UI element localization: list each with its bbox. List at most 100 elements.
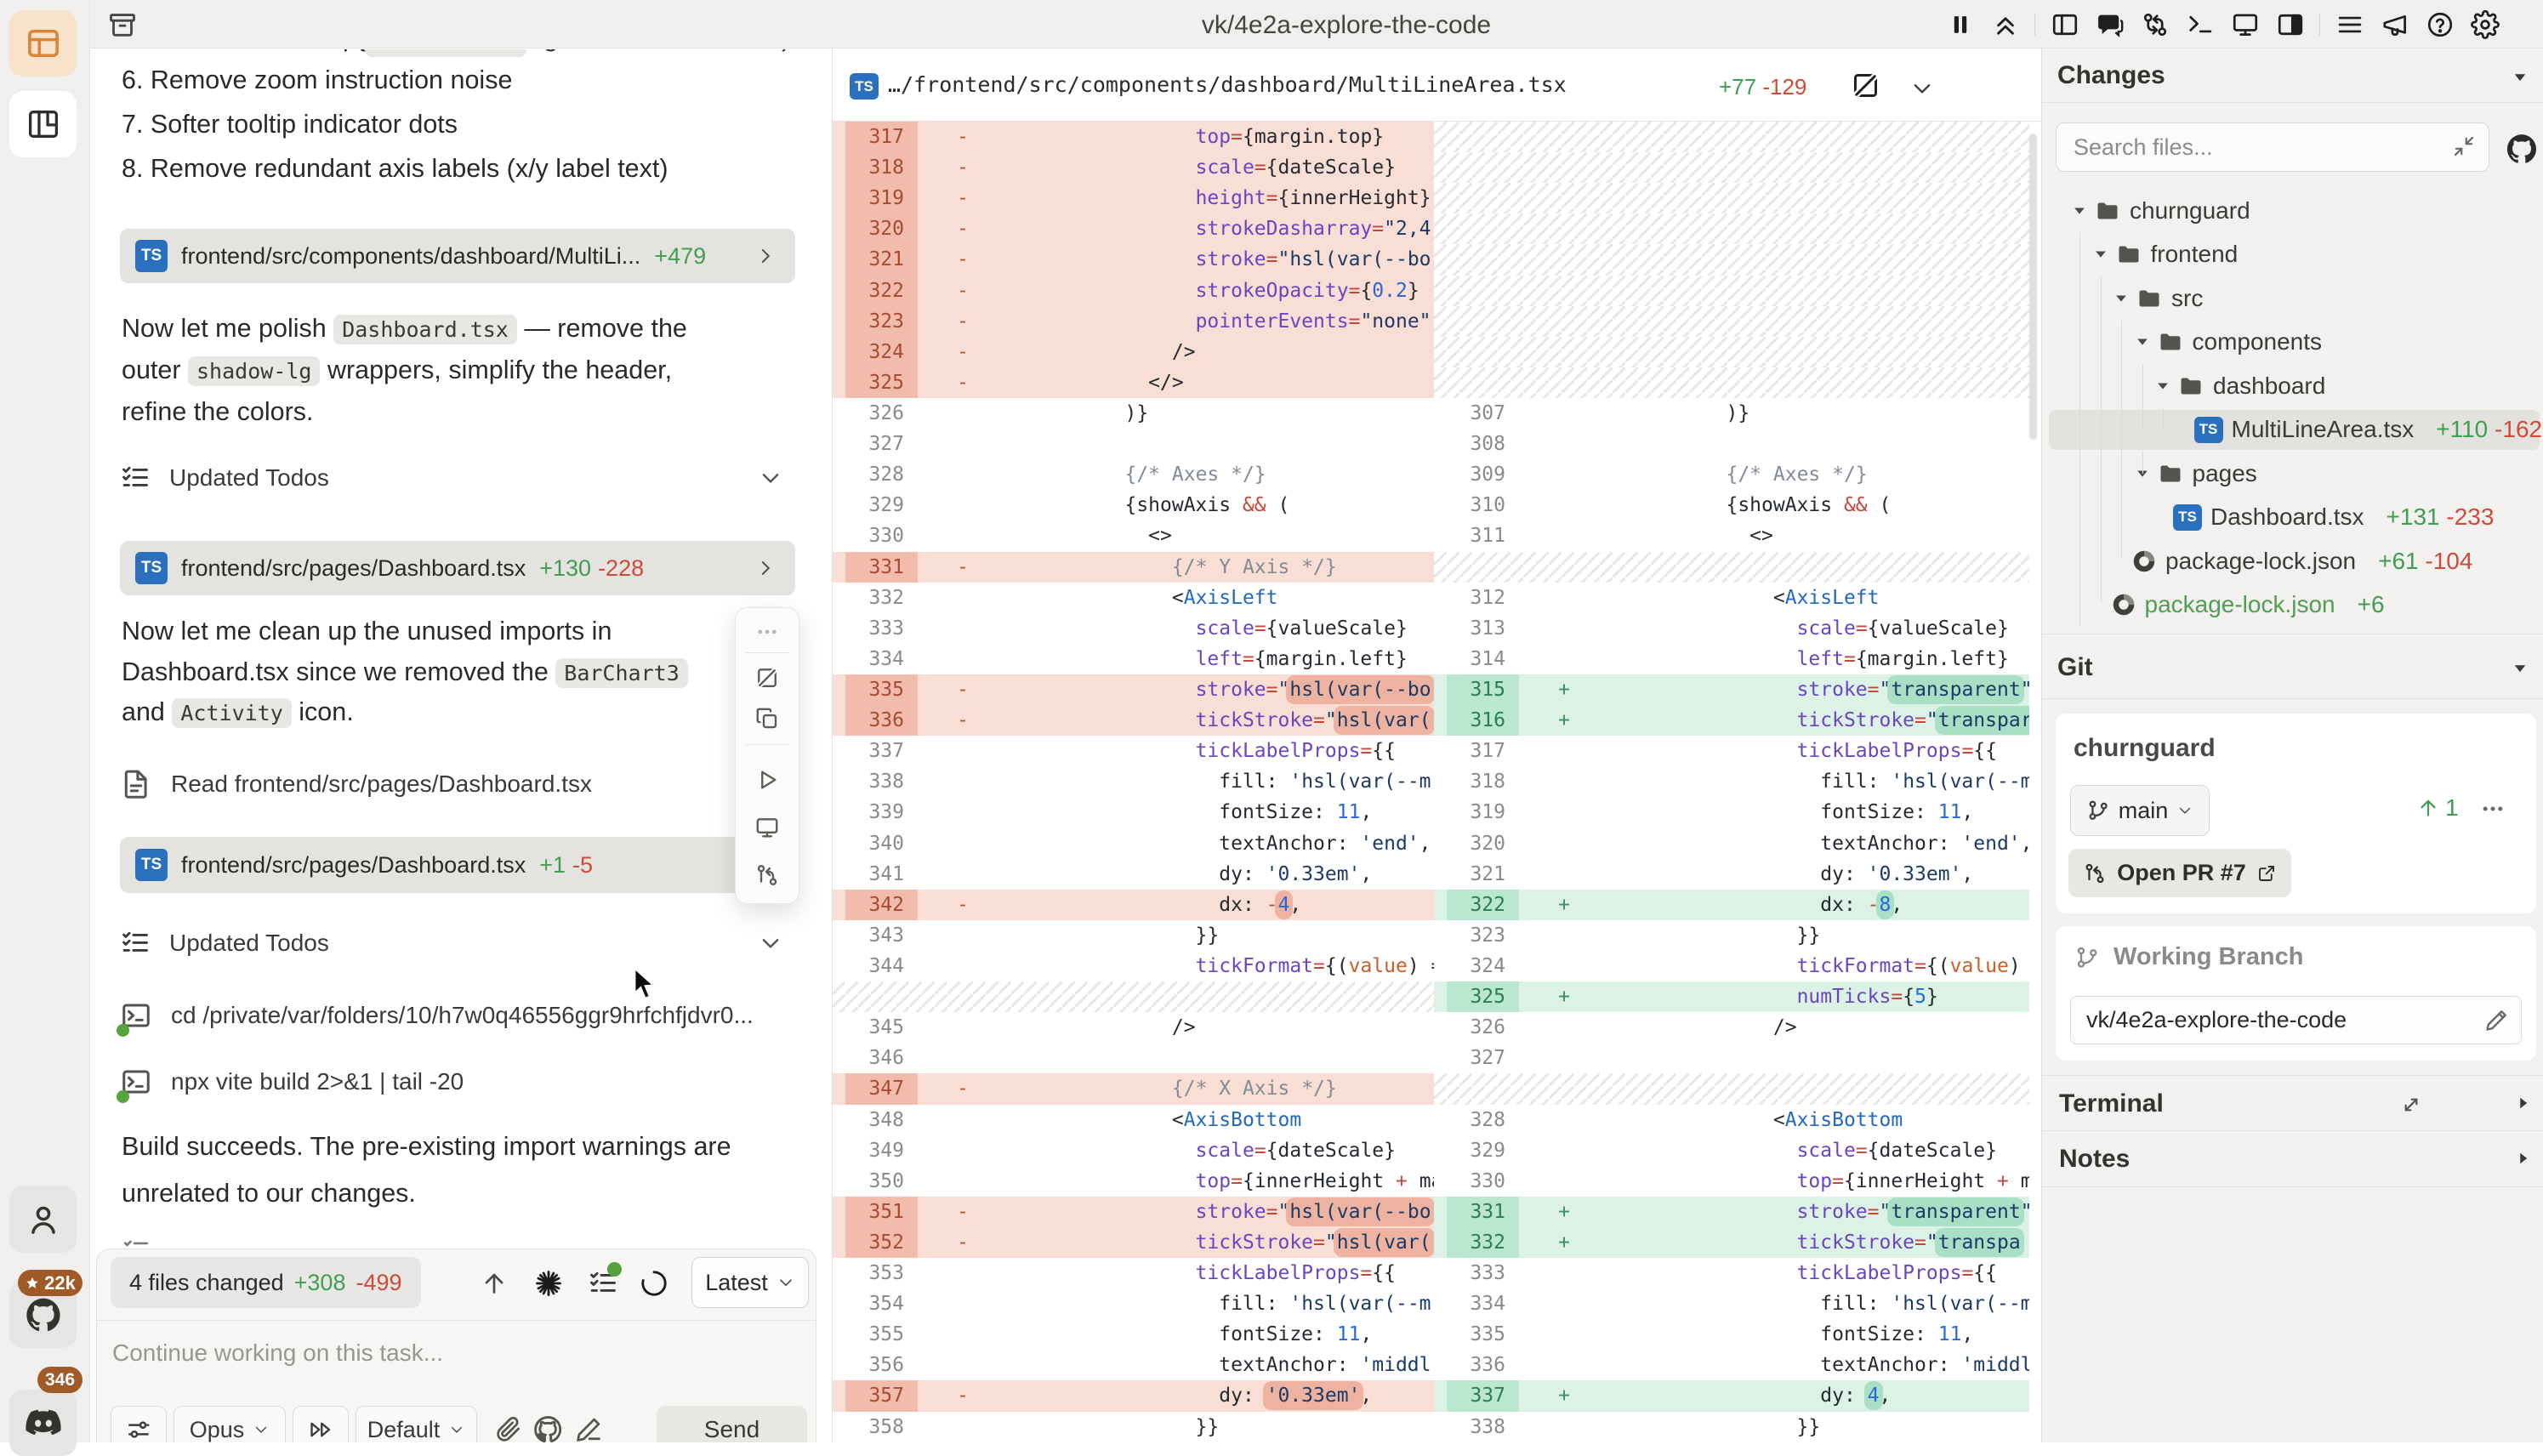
collapse-triangle-icon[interactable] [2512,660,2529,677]
toggle-left-panel-button[interactable] [2049,9,2080,40]
rail-layout-button[interactable] [9,10,77,77]
caret-down-icon[interactable] [2134,333,2151,350]
expand-icon[interactable] [2399,1093,2423,1117]
diff-marker: - [952,1380,974,1411]
diff-scrollbar-thumb[interactable] [2029,134,2037,440]
drag-dots[interactable] [750,615,784,649]
tree-folder-dashboard[interactable]: dashboard [2042,364,2543,408]
tree-folder-churnguard[interactable]: churnguard [2042,189,2543,233]
chevron-down-icon[interactable] [758,465,783,491]
tree-file-MultiLineArea.tsx[interactable]: TSMultiLineArea.tsx+110 -162 [2042,408,2543,452]
file-chip[interactable]: TS frontend/src/components/dashboard/Mul… [120,229,795,283]
fast-forward-button[interactable] [293,1406,349,1442]
collapse-triangle-icon[interactable] [2512,69,2529,86]
terminal-command-row[interactable]: npx vite build 2>&1 | tail -20 [120,1066,464,1098]
open-pr-button[interactable]: Open PR #7 [2068,849,2291,897]
read-file-row[interactable]: Read frontend/src/pages/Dashboard.tsx [120,768,592,800]
chat-settings-button[interactable] [111,1406,167,1442]
tree-file-Dashboard.tsx[interactable]: TSDashboard.tsx+131 -233 [2042,496,2543,540]
terminal-section-header[interactable]: Terminal [2042,1075,2543,1131]
rail-discord-button[interactable] [9,1390,77,1456]
code-line: textAnchor: 'end', [1007,828,1431,859]
caret-down-icon[interactable] [2154,378,2171,395]
help-button[interactable] [2424,9,2455,40]
collapse-tree-icon[interactable] [2452,134,2476,158]
send-button[interactable]: Send [657,1406,807,1442]
menu-button[interactable] [2334,9,2365,40]
diff-old-cell: 347- {/* X Axis */} [833,1073,1434,1104]
scroll-to-top-button[interactable] [478,1267,509,1299]
toggle-diff-layout-button[interactable] [1850,70,1881,101]
code-line: fontSize: 11, [1608,797,1973,828]
changes-section-header[interactable]: Changes [2042,48,2543,103]
updated-todos-row[interactable]: Updated Todos [120,928,795,958]
model-dropdown[interactable]: Opus [174,1406,286,1442]
message-input[interactable] [111,1334,794,1372]
github-stars-count: 22k [44,1272,76,1294]
more-actions-button[interactable] [2479,795,2506,822]
draw-button[interactable] [572,1413,606,1442]
files-changed-pill[interactable]: 4 files changed +308 -499 [111,1257,421,1308]
tree-folder-components[interactable]: components [2042,321,2543,365]
diff-row: 348 <AxisBottom328 <AxisBottom [833,1105,2041,1135]
tree-folder-pages[interactable]: pages [2042,452,2543,496]
tree-file-package-lock.json[interactable]: package-lock.json+6 [2042,583,2543,628]
pencil-icon[interactable] [2484,1007,2510,1032]
settings-button[interactable] [2469,9,2500,40]
working-branch-input[interactable] [2070,996,2522,1044]
latest-dropdown[interactable]: Latest [691,1257,809,1308]
line-number: 356 [845,1350,918,1380]
popover-pr-button[interactable] [750,858,784,892]
line-number: 334 [1447,1288,1519,1319]
file-chip[interactable]: TS frontend/src/pages/Dashboard.tsx +130… [120,541,795,595]
play-icon [754,767,780,793]
diff-new-cell: 333 tickLabelProps={{ [1434,1258,2029,1288]
mode-dropdown[interactable]: Default [356,1406,477,1442]
line-number: 355 [845,1319,918,1350]
diff-view-button[interactable] [2139,9,2170,40]
terminal-command-row[interactable]: cd /private/var/folders/10/h7w0q46556ggr… [120,999,754,1032]
preview-button[interactable] [2229,9,2261,40]
todos-button[interactable] [587,1267,618,1299]
tree-folder-frontend[interactable]: frontend [2042,233,2543,277]
tree-indent-guide [2142,452,2143,474]
caret-down-icon[interactable] [2071,202,2088,219]
rail-board-button[interactable] [9,91,77,157]
tree-file-package-lock.json[interactable]: package-lock.json+61 -104 [2042,539,2543,583]
notes-section-header[interactable]: Notes [2042,1131,2543,1187]
expand-triangle-icon[interactable] [2515,1095,2532,1112]
file-chip[interactable]: TS frontend/src/pages/Dashboard.tsx +1 -… [120,837,795,893]
github-icon[interactable] [2505,132,2539,166]
archive-button[interactable] [106,9,139,41]
commits-ahead[interactable]: 1 [2416,794,2459,822]
updated-todos-row[interactable]: Updated Todos [120,463,795,493]
caret-down-icon[interactable] [2092,246,2109,263]
caret-down-icon[interactable] [2113,290,2130,307]
rail-account-button[interactable] [9,1186,77,1253]
popover-run-button[interactable] [750,763,784,797]
spark-button[interactable] [532,1267,564,1299]
toggle-right-panel-button[interactable] [2274,9,2306,40]
collapse-diff-button[interactable] [1909,76,1935,101]
pause-button[interactable] [1944,9,1976,40]
search-files-input[interactable] [2056,122,2489,172]
terminal-view-button[interactable] [2184,9,2216,40]
chat-view-button[interactable] [2094,9,2125,40]
code-line: {showAxis && ( [1007,490,1289,520]
diff-marker: + [1553,1380,1575,1411]
changes-title: Changes [2057,61,2165,90]
popover-preview-button[interactable] [750,810,784,845]
line-number: 335 [1447,1319,1519,1350]
branch-dropdown[interactable]: main [2070,785,2210,836]
collapse-all-button[interactable] [1989,9,2021,40]
line-number: 335 [845,674,918,705]
popover-copy-button[interactable] [750,702,784,736]
tree-folder-src[interactable]: src [2042,276,2543,321]
announcements-button[interactable] [2379,9,2410,40]
expand-triangle-icon[interactable] [2515,1150,2532,1167]
attach-button[interactable] [492,1413,526,1442]
github-context-button[interactable] [531,1413,565,1442]
git-section-header[interactable]: Git [2042,634,2543,699]
chevron-down-icon[interactable] [758,930,783,956]
popover-diff-button[interactable] [750,661,784,695]
